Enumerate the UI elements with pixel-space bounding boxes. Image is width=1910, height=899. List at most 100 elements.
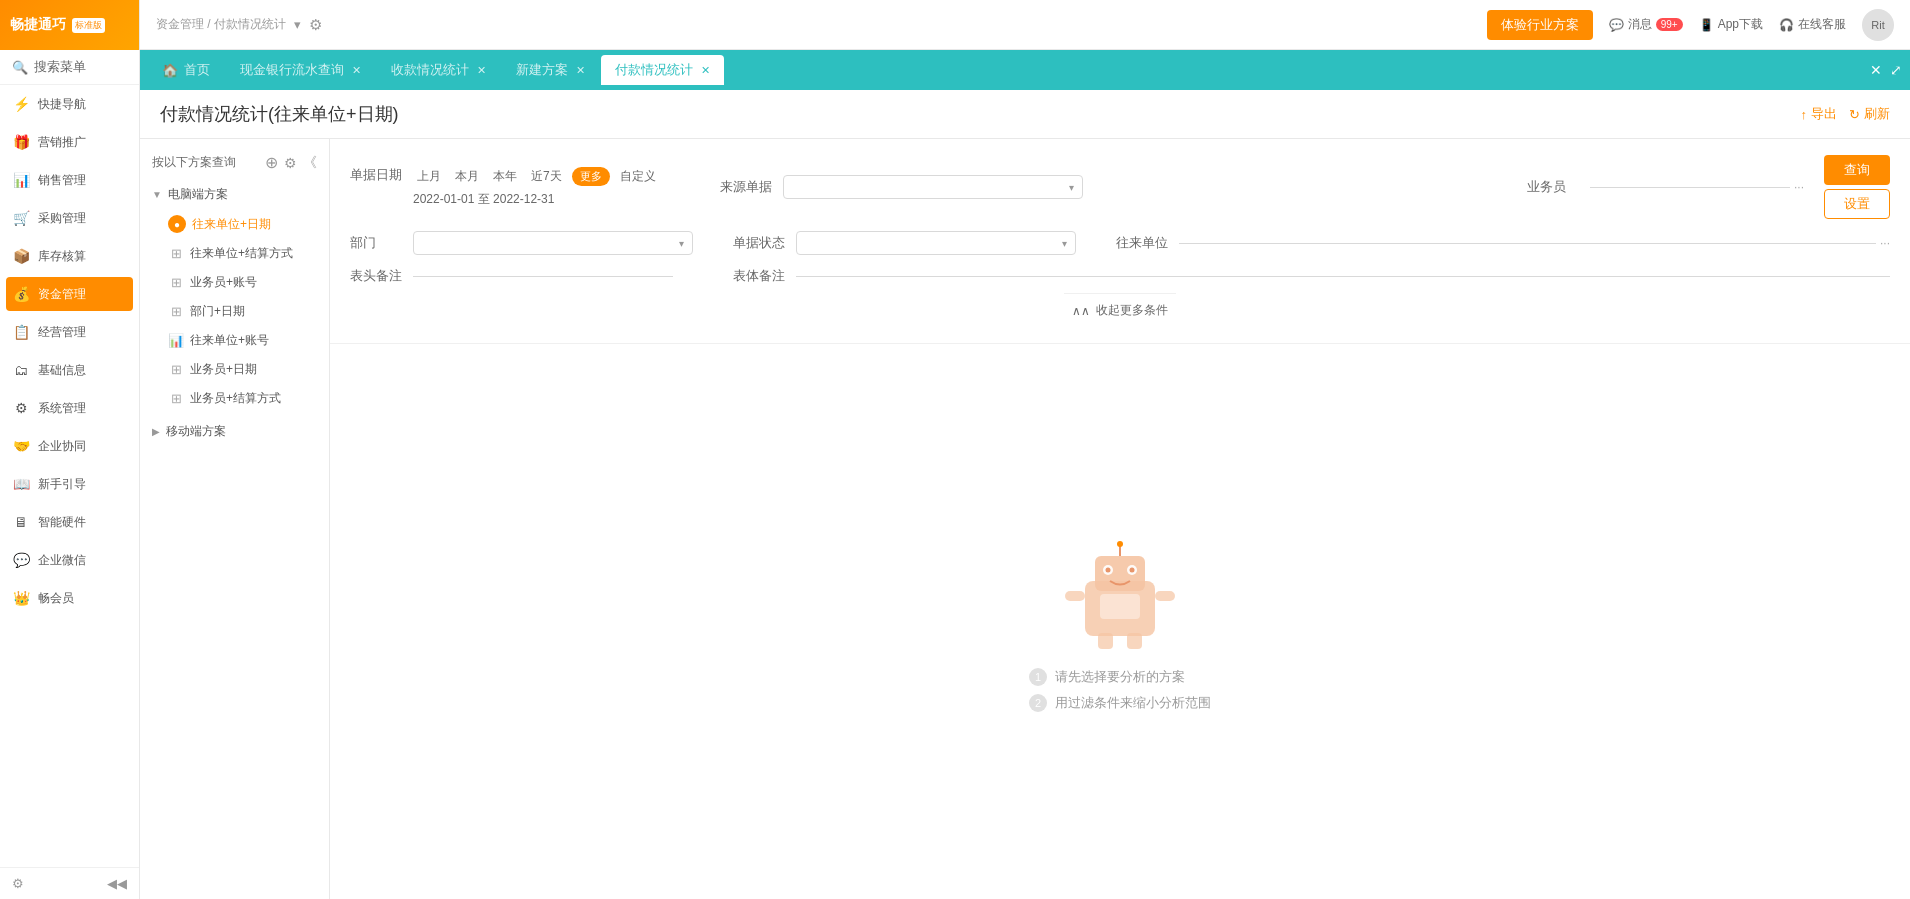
empty-tips: 1 请先选择要分析的方案 2 用过滤条件来缩小分析范围 xyxy=(1029,668,1211,712)
settings-icon[interactable]: ⚙ xyxy=(12,876,24,891)
dept-dropdown-icon: ▾ xyxy=(679,238,684,249)
svg-rect-1 xyxy=(1095,556,1145,591)
empty-state: 1 请先选择要分析的方案 2 用过滤条件来缩小分析范围 xyxy=(330,536,1910,712)
tab-receipt-label: 收款情况统计 xyxy=(391,61,469,79)
guide-icon: 📖 xyxy=(12,475,30,493)
sidebar-item-inventory[interactable]: 📦 库存核算 xyxy=(0,237,139,275)
filter-settings-button[interactable]: 设置 xyxy=(1824,189,1890,219)
tab-receipt[interactable]: 收款情况统计 ✕ xyxy=(377,55,500,85)
search-label: 搜索菜单 xyxy=(34,58,86,76)
online-service-item[interactable]: 🎧 在线客服 xyxy=(1779,16,1846,33)
scheme-item-unit-settle[interactable]: ⊞ 往来单位+结算方式 xyxy=(140,239,329,268)
date-more-btn[interactable]: 更多 xyxy=(572,167,610,186)
date-last-month-btn[interactable]: 上月 xyxy=(413,166,445,187)
tab-new-plan[interactable]: 新建方案 ✕ xyxy=(502,55,599,85)
scheme-item-label: 业务员+结算方式 xyxy=(190,390,281,407)
hardware-icon: 🖥 xyxy=(12,513,30,531)
collapse-panel-icon[interactable]: 《 xyxy=(303,154,317,172)
message-icon: 💬 xyxy=(1609,18,1624,32)
collapse-button[interactable]: ∧∧ 收起更多条件 xyxy=(1064,293,1176,327)
staff-input-area: ··· xyxy=(1590,180,1804,194)
empty-tip-2: 2 用过滤条件来缩小分析范围 xyxy=(1029,694,1211,712)
bill-status-filter: 单据状态 ▾ xyxy=(733,231,1076,255)
sidebar-item-operation[interactable]: 📋 经营管理 xyxy=(0,313,139,351)
sidebar-item-basic[interactable]: 🗂 基础信息 xyxy=(0,351,139,389)
sidebar-item-member[interactable]: 👑 畅会员 xyxy=(0,579,139,617)
table-icon: ⊞ xyxy=(168,246,184,262)
dropdown-icon[interactable]: ▾ xyxy=(294,17,301,32)
message-item[interactable]: 💬 消息 99+ xyxy=(1609,16,1683,33)
dept-select[interactable]: ▾ xyxy=(413,231,693,255)
trial-button[interactable]: 体验行业方案 xyxy=(1487,10,1593,40)
sidebar-item-guide[interactable]: 📖 新手引导 xyxy=(0,465,139,503)
source-select[interactable]: ▾ xyxy=(783,175,1083,199)
page-header: 付款情况统计(往来单位+日期) ↑ 导出 ↻ 刷新 xyxy=(140,90,1910,139)
scheme-item-unit-date[interactable]: ● 往来单位+日期 xyxy=(140,209,329,239)
sidebar-item-hardware[interactable]: 🖥 智能硬件 xyxy=(0,503,139,541)
scheme-item-staff-settle[interactable]: ⊞ 业务员+结算方式 xyxy=(140,384,329,413)
tab-receipt-close[interactable]: ✕ xyxy=(477,64,486,77)
collapse-sidebar-icon[interactable]: ◀◀ xyxy=(107,876,127,891)
export-icon: ↑ xyxy=(1801,107,1808,122)
tab-payment-close[interactable]: ✕ xyxy=(701,64,710,77)
scheme-item-staff-account[interactable]: ⊞ 业务员+账号 xyxy=(140,268,329,297)
mobile-group-header[interactable]: ▶ 移动端方案 xyxy=(140,417,329,446)
sidebar-item-collab[interactable]: 🤝 企业协同 xyxy=(0,427,139,465)
query-actions: 查询 设置 xyxy=(1824,155,1890,219)
bill-status-select[interactable]: ▾ xyxy=(796,231,1076,255)
tab-payment[interactable]: 付款情况统计 ✕ xyxy=(601,55,724,85)
source-filter: 来源单据 ▾ xyxy=(720,175,1507,199)
scheme-item-staff-date[interactable]: ⊞ 业务员+日期 xyxy=(140,355,329,384)
inventory-icon: 📦 xyxy=(12,247,30,265)
refresh-icon: ↻ xyxy=(1849,107,1860,122)
sidebar-item-system[interactable]: ⚙ 系统管理 xyxy=(0,389,139,427)
query-button[interactable]: 查询 xyxy=(1824,155,1890,185)
tab-maximize-button[interactable]: ⤢ xyxy=(1890,62,1902,78)
tip-1-text: 请先选择要分析的方案 xyxy=(1055,668,1185,686)
tab-home[interactable]: 🏠 首页 xyxy=(148,55,224,85)
search-menu[interactable]: 🔍 搜索菜单 xyxy=(0,50,139,85)
scheme-item-dept-date[interactable]: ⊞ 部门+日期 xyxy=(140,297,329,326)
shortcut-icon: ⚡ xyxy=(12,95,30,113)
scheme-item-unit-account[interactable]: 📊 往来单位+账号 xyxy=(140,326,329,355)
online-service-label: 在线客服 xyxy=(1798,16,1846,33)
tab-new-plan-close[interactable]: ✕ xyxy=(576,64,585,77)
tip-1-num: 1 xyxy=(1029,668,1047,686)
date-this-year-btn[interactable]: 本年 xyxy=(489,166,521,187)
sidebar-item-sales[interactable]: 📊 销售管理 xyxy=(0,161,139,199)
add-scheme-icon[interactable]: ⊕ xyxy=(265,153,278,172)
sidebar-item-shortcut[interactable]: ⚡ 快捷导航 xyxy=(0,85,139,123)
table-icon: ⊞ xyxy=(168,362,184,378)
staff-more-icon[interactable]: ··· xyxy=(1794,180,1804,194)
scheme-item-label: 业务员+账号 xyxy=(190,274,257,291)
refresh-button[interactable]: ↻ 刷新 xyxy=(1849,105,1890,123)
tab-bank-close[interactable]: ✕ xyxy=(352,64,361,77)
scheme-panel-icons: ⊕ ⚙ 《 xyxy=(265,153,317,172)
tab-bank[interactable]: 现金银行流水查询 ✕ xyxy=(226,55,375,85)
basic-icon: 🗂 xyxy=(12,361,30,379)
tab-new-plan-label: 新建方案 xyxy=(516,61,568,79)
tab-close-all-button[interactable]: ✕ xyxy=(1870,62,1882,78)
svg-rect-10 xyxy=(1100,594,1140,619)
sidebar-item-purchase[interactable]: 🛒 采购管理 xyxy=(0,199,139,237)
sidebar-item-wechat[interactable]: 💬 企业微信 xyxy=(0,541,139,579)
filter-row-2: 部门 ▾ 单据状态 ▾ xyxy=(350,231,1890,255)
capital-icon: 💰 xyxy=(12,285,30,303)
operation-icon: 📋 xyxy=(12,323,30,341)
export-button[interactable]: ↑ 导出 xyxy=(1801,105,1838,123)
app-download-item[interactable]: 📱 App下载 xyxy=(1699,16,1763,33)
settings-gear-icon[interactable]: ⚙ xyxy=(309,16,322,34)
date-custom-btn[interactable]: 自定义 xyxy=(616,166,660,187)
sidebar-item-label: 畅会员 xyxy=(38,590,74,607)
sidebar-item-capital[interactable]: 💰 资金管理 xyxy=(6,277,133,311)
sidebar-item-marketing[interactable]: 🎁 营销推广 xyxy=(0,123,139,161)
date-7days-btn[interactable]: 近7天 xyxy=(527,166,566,187)
sidebar-item-label: 快捷导航 xyxy=(38,96,86,113)
desktop-group-header[interactable]: ▼ 电脑端方案 xyxy=(140,180,329,209)
partner-more-icon[interactable]: ··· xyxy=(1880,236,1890,250)
scheme-settings-icon[interactable]: ⚙ xyxy=(284,155,297,171)
date-this-month-btn[interactable]: 本月 xyxy=(451,166,483,187)
date-range-value: 2022-01-01 至 2022-12-31 xyxy=(413,191,660,208)
staff-filter: 业务员 ··· xyxy=(1527,178,1804,196)
user-avatar[interactable]: Rit xyxy=(1862,9,1894,41)
